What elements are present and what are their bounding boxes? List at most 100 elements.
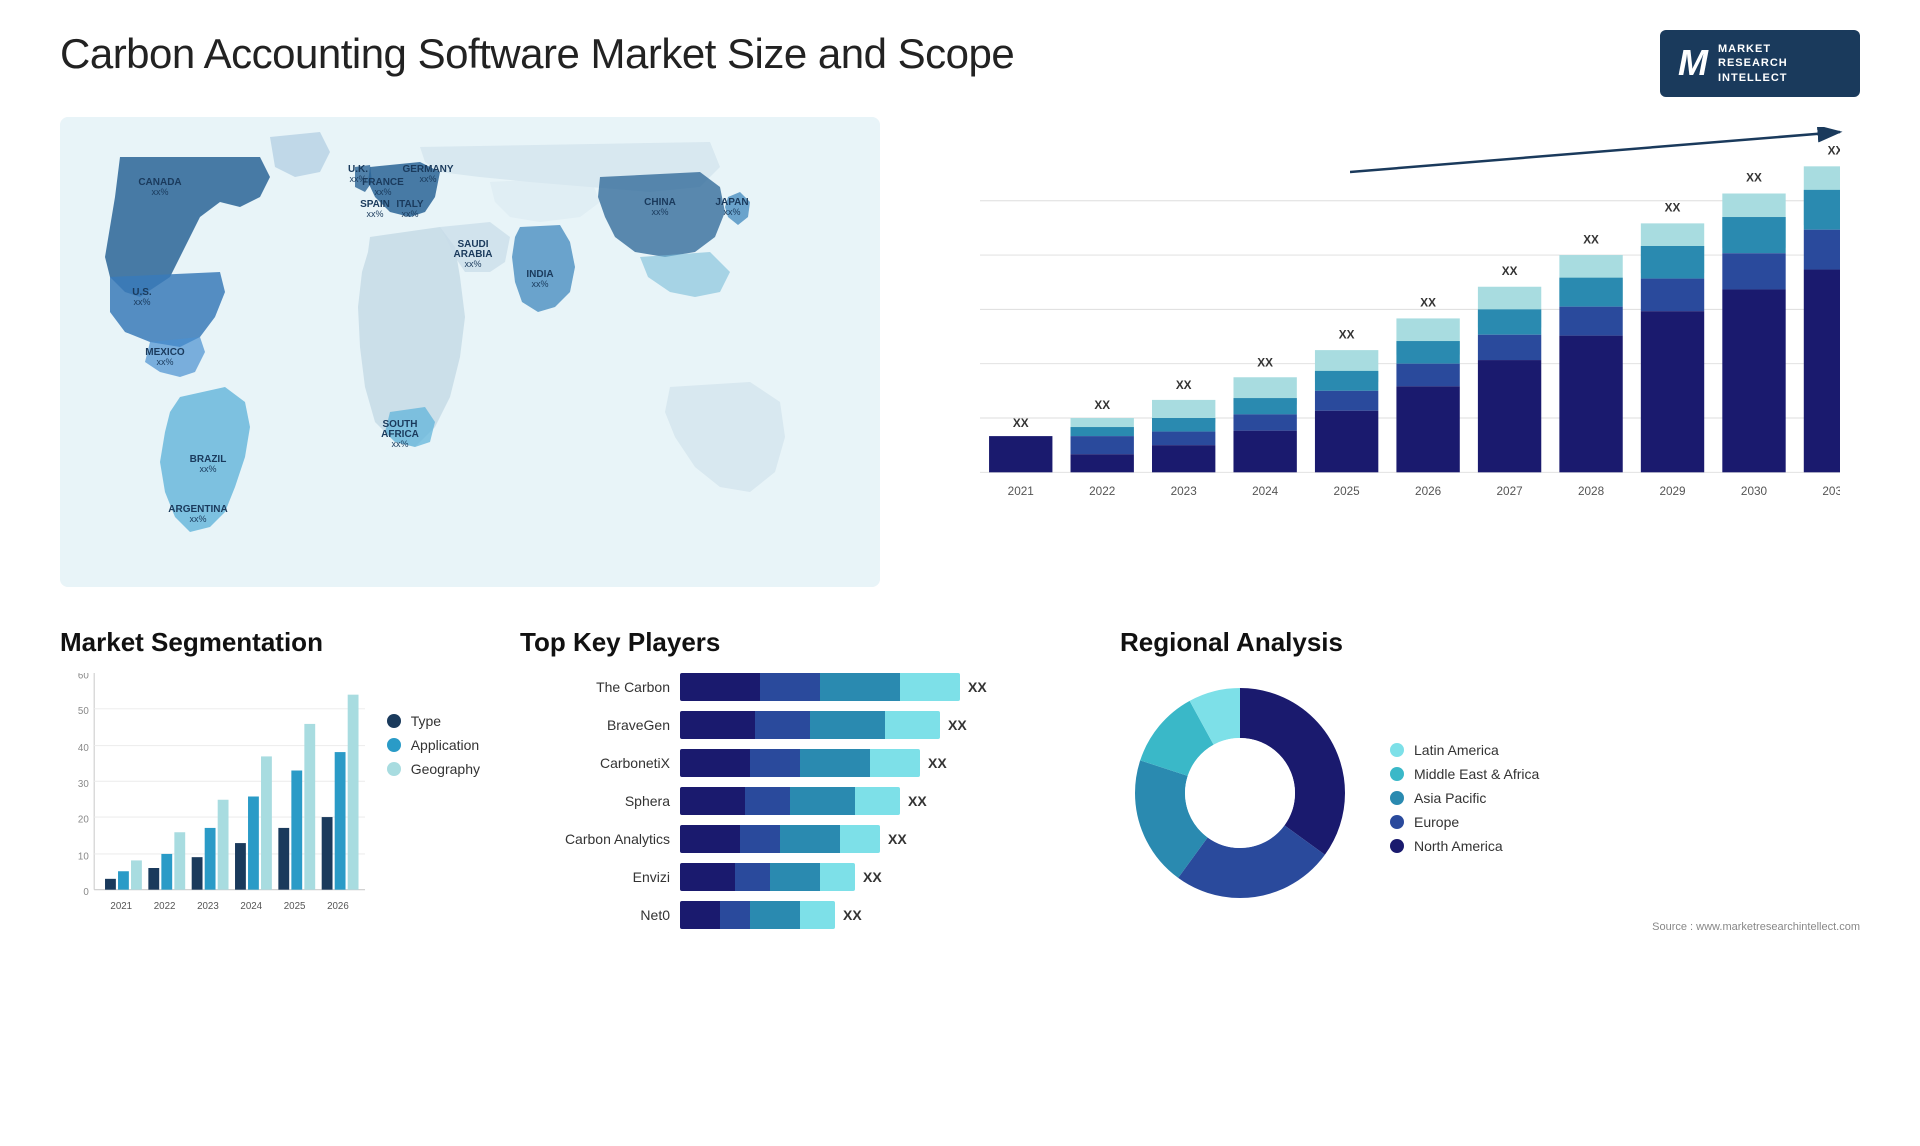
top-section: CANADA xx% U.S. xx% MEXICO xx% BRAZIL xx… — [60, 117, 1860, 587]
player-row-7: Net0 XX — [520, 901, 1080, 929]
legend-dot-mea — [1390, 767, 1404, 781]
key-players-section: Top Key Players The Carbon XX — [520, 627, 1080, 1007]
trend-arrow — [1350, 127, 1850, 177]
regional-section: Regional Analysis — [1120, 627, 1860, 1007]
legend-europe: Europe — [1390, 814, 1539, 830]
svg-text:2024: 2024 — [1252, 485, 1279, 498]
svg-text:2022: 2022 — [154, 901, 176, 912]
svg-text:2030: 2030 — [1741, 485, 1768, 498]
header: Carbon Accounting Software Market Size a… — [60, 30, 1860, 97]
svg-text:2029: 2029 — [1659, 485, 1685, 498]
svg-text:2024: 2024 — [240, 901, 262, 912]
player-bar-2: XX — [680, 711, 1080, 739]
player-name-4: Sphera — [520, 793, 670, 809]
player-bar-6: XX — [680, 863, 1080, 891]
svg-text:xx%: xx% — [133, 297, 150, 307]
bottom-section: Market Segmentation 0 — [60, 627, 1860, 1007]
svg-text:xx%: xx% — [374, 187, 391, 197]
world-map: CANADA xx% U.S. xx% MEXICO xx% BRAZIL xx… — [60, 117, 880, 587]
svg-text:xx%: xx% — [531, 279, 548, 289]
segmentation-chart: 0 10 20 30 40 50 60 2021 2022 2023 2024 … — [60, 673, 367, 933]
player-row-2: BraveGen XX — [520, 711, 1080, 739]
svg-text:xx%: xx% — [156, 357, 173, 367]
svg-text:2028: 2028 — [1578, 485, 1605, 498]
svg-text:2025: 2025 — [284, 901, 306, 912]
player-name-2: BraveGen — [520, 717, 670, 733]
player-list: The Carbon XX BraveGen — [520, 673, 1080, 929]
svg-text:2023: 2023 — [1171, 485, 1198, 498]
key-players-title: Top Key Players — [520, 627, 1080, 658]
legend-middle-east-africa: Middle East & Africa — [1390, 766, 1539, 782]
player-name-7: Net0 — [520, 907, 670, 923]
svg-text:2025: 2025 — [1334, 485, 1361, 498]
donut-svg — [1120, 673, 1360, 913]
legend-north-america: North America — [1390, 838, 1539, 854]
player-name-3: CarbonetiX — [520, 755, 670, 771]
svg-text:XX: XX — [1013, 417, 1029, 430]
svg-text:60: 60 — [78, 673, 89, 681]
svg-text:XX: XX — [1257, 356, 1273, 369]
svg-text:2022: 2022 — [1089, 485, 1115, 498]
svg-text:xx%: xx% — [366, 209, 383, 219]
logo-letter: M — [1678, 45, 1708, 81]
svg-text:xx%: xx% — [723, 207, 740, 217]
segmentation-legend: Type Application Geography — [387, 713, 480, 777]
player-row-6: Envizi XX — [520, 863, 1080, 891]
seg-chart-svg: 0 10 20 30 40 50 60 2021 2022 2023 2024 … — [60, 673, 367, 933]
legend-dot-application — [387, 738, 401, 752]
legend-dot-europe — [1390, 815, 1404, 829]
player-bar-5: XX — [680, 825, 1080, 853]
legend-dot-apac — [1390, 791, 1404, 805]
player-row-5: Carbon Analytics XX — [520, 825, 1080, 853]
svg-text:xx%: xx% — [651, 207, 668, 217]
svg-text:2026: 2026 — [327, 901, 349, 912]
segmentation-section: Market Segmentation 0 — [60, 627, 480, 1007]
logo: M MARKET RESEARCH INTELLECT — [1660, 30, 1860, 97]
page: Carbon Accounting Software Market Size a… — [0, 0, 1920, 1146]
svg-text:XX: XX — [1583, 233, 1599, 246]
map-svg: CANADA xx% U.S. xx% MEXICO xx% BRAZIL xx… — [60, 117, 880, 587]
legend-dot-latin — [1390, 743, 1404, 757]
bar-chart-svg: XX 2021 XX 2022 XX 2023 — [980, 127, 1840, 537]
legend-application: Application — [387, 737, 480, 753]
player-bar-3: XX — [680, 749, 1080, 777]
svg-text:XX: XX — [1420, 297, 1436, 310]
svg-text:40: 40 — [78, 743, 89, 754]
regional-title: Regional Analysis — [1120, 627, 1860, 658]
page-title: Carbon Accounting Software Market Size a… — [60, 30, 1014, 78]
legend-asia-pacific: Asia Pacific — [1390, 790, 1539, 806]
legend-dot-geography — [387, 762, 401, 776]
svg-text:0: 0 — [83, 887, 89, 898]
player-bar-1: XX — [680, 673, 1080, 701]
player-bar-4: XX — [680, 787, 1080, 815]
source-text: Source : www.marketresearchintellect.com — [1120, 921, 1860, 933]
svg-text:xx%: xx% — [464, 259, 481, 269]
svg-text:2031: 2031 — [1822, 485, 1840, 498]
player-row-4: Sphera XX — [520, 787, 1080, 815]
player-row-1: The Carbon XX — [520, 673, 1080, 701]
svg-text:XX: XX — [1665, 201, 1681, 214]
svg-text:xx%: xx% — [151, 187, 168, 197]
legend-dot-na — [1390, 839, 1404, 853]
svg-text:XX: XX — [1176, 379, 1192, 392]
legend-geography: Geography — [387, 761, 480, 777]
player-row-3: CarbonetiX XX — [520, 749, 1080, 777]
svg-text:50: 50 — [78, 706, 89, 717]
svg-text:xx%: xx% — [419, 174, 436, 184]
svg-text:xx%: xx% — [199, 464, 216, 474]
player-bar-7: XX — [680, 901, 1080, 929]
segmentation-title: Market Segmentation — [60, 627, 480, 658]
legend-latin-america: Latin America — [1390, 742, 1539, 758]
player-name-5: Carbon Analytics — [520, 831, 670, 847]
svg-text:20: 20 — [78, 814, 89, 825]
player-name-6: Envizi — [520, 869, 670, 885]
svg-text:30: 30 — [78, 779, 89, 790]
svg-text:2027: 2027 — [1497, 485, 1523, 498]
svg-text:xx%: xx% — [391, 439, 408, 449]
legend-dot-type — [387, 714, 401, 728]
svg-text:XX: XX — [1339, 328, 1355, 341]
svg-text:2026: 2026 — [1415, 485, 1442, 498]
svg-text:xx%: xx% — [401, 209, 418, 219]
growth-bar-chart: XX 2021 XX 2022 XX 2023 — [920, 117, 1860, 587]
svg-text:2021: 2021 — [1008, 485, 1034, 498]
